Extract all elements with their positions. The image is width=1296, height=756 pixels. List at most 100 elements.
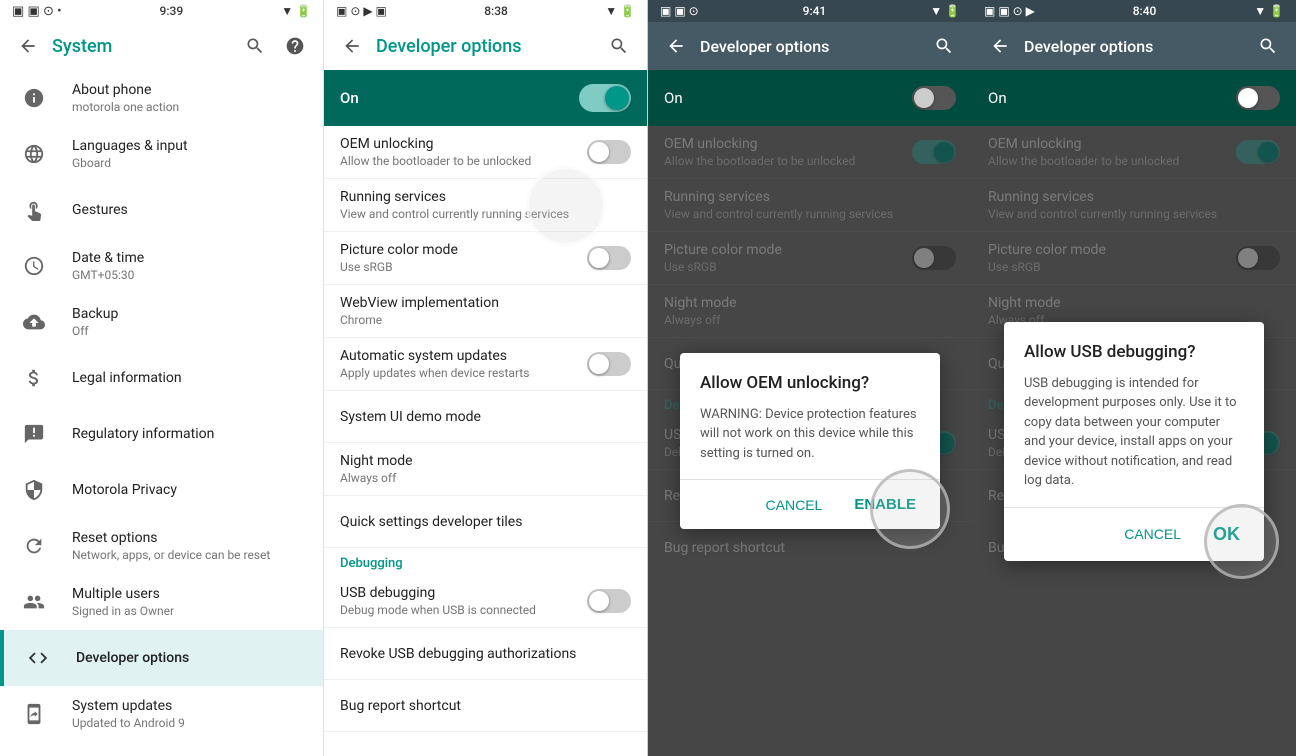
usb-dialog-title: Allow USB debugging? (1004, 342, 1264, 374)
status-icons-right-4: ▼ 🔋 (1254, 4, 1284, 18)
dev-item-title: Revoke USB debugging authorizations (340, 646, 623, 662)
dev-item-auto-updates[interactable]: Automatic system updates Apply updates w… (324, 338, 647, 391)
privacy-icon (16, 472, 52, 508)
settings-item-about[interactable]: About phone motorola one action (0, 70, 323, 126)
search-icon-3[interactable] (928, 30, 960, 62)
status-time-1: 9:39 (160, 4, 184, 18)
dev-item-running[interactable]: Running services View and control curren… (324, 179, 647, 232)
search-icon-2[interactable] (603, 30, 635, 62)
reset-icon (16, 528, 52, 564)
settings-item-subtitle: Updated to Android 9 (72, 716, 307, 730)
gestures-icon (16, 192, 52, 228)
developer-toggle-3[interactable] (912, 86, 956, 110)
auto-updates-toggle[interactable] (587, 352, 631, 376)
usb-dialog-body: USB debugging is intended for developmen… (1004, 374, 1264, 507)
dev-item-title: System UI demo mode (340, 409, 623, 425)
dev-item-revoke-usb[interactable]: Revoke USB debugging authorizations (324, 628, 647, 680)
dev-item-night[interactable]: Night mode Always off (324, 443, 647, 496)
back-icon-3[interactable] (660, 30, 692, 62)
back-icon-1[interactable] (12, 30, 44, 62)
settings-item-users[interactable]: Multiple users Signed in as Owner (0, 574, 323, 630)
language-icon (16, 136, 52, 172)
dev-item-picture[interactable]: Picture color mode Use sRGB (324, 232, 647, 285)
settings-item-title: Languages & input (72, 138, 307, 154)
panel-system-settings: ▣ ▣ ⊙ • 9:39 ▼ 🔋 System About phone moto (0, 0, 324, 756)
dev-item-usb-debug[interactable]: USB debugging Debug mode when USB is con… (324, 575, 647, 628)
picture-toggle[interactable] (587, 246, 631, 270)
dev-item-title: Automatic system updates (340, 348, 579, 364)
panel4-content: OEM unlocking Allow the bootloader to be… (972, 126, 1296, 756)
back-icon-2[interactable] (336, 30, 368, 62)
dev-header-4: On (972, 70, 1296, 126)
settings-item-title: Motorola Privacy (72, 482, 307, 498)
status-bar-2: ▣ ⊙ ▶ ▣ 8:38 ▼ 🔋 (324, 0, 647, 22)
search-icon-4[interactable] (1252, 30, 1284, 62)
help-icon-1[interactable] (279, 30, 311, 62)
settings-item-subtitle: motorola one action (72, 100, 307, 114)
dev-item-title: Picture color mode (340, 242, 579, 258)
oem-toggle[interactable] (587, 140, 631, 164)
status-time-3: 9:41 (803, 4, 827, 18)
dev-item-title: Bug report shortcut (340, 698, 623, 714)
page-title-3: Developer options (700, 37, 928, 56)
settings-item-subtitle: Off (72, 324, 307, 338)
back-icon-4[interactable] (984, 30, 1016, 62)
usb-cancel-button[interactable]: Cancel (1112, 516, 1193, 553)
settings-item-privacy[interactable]: Motorola Privacy (0, 462, 323, 518)
dev-item-bug-report[interactable]: Bug report shortcut (324, 680, 647, 732)
dev-item-subtitle: Allow the bootloader to be unlocked (340, 154, 579, 168)
dev-item-subtitle: Use sRGB (340, 260, 579, 274)
panel-developer-usb-dialog: ▣ ▣ ⊙ ▶ 8:40 ▼ 🔋 Developer options On OE… (972, 0, 1296, 756)
top-bar-1: System (0, 22, 323, 70)
settings-item-title: Gestures (72, 202, 307, 218)
settings-item-developer[interactable]: Developer options (0, 630, 323, 686)
developer-icon (20, 640, 56, 676)
system-updates-icon (16, 696, 52, 732)
settings-list: About phone motorola one action Language… (0, 70, 323, 756)
dev-item-oem[interactable]: OEM unlocking Allow the bootloader to be… (324, 126, 647, 179)
top-bar-4: Developer options (972, 22, 1296, 70)
dev-item-webview[interactable]: WebView implementation Chrome (324, 285, 647, 338)
dev-item-quick-settings[interactable]: Quick settings developer tiles (324, 496, 647, 548)
settings-item-subtitle: Gboard (72, 156, 307, 170)
debug-section-header: Debugging (324, 548, 647, 575)
oem-cancel-button[interactable]: Cancel (754, 488, 835, 521)
legal-icon (16, 360, 52, 396)
developer-toggle-4[interactable] (1236, 86, 1280, 110)
oem-dialog-title: Allow OEM unlocking? (680, 373, 940, 405)
settings-item-title: Reset options (72, 530, 307, 546)
settings-item-title: Regulatory information (72, 426, 307, 442)
dev-header-3: On (648, 70, 972, 126)
oem-dialog-body: WARNING: Device protection features will… (680, 405, 940, 480)
usb-debug-toggle[interactable] (587, 589, 631, 613)
dev-item-ui-demo[interactable]: System UI demo mode (324, 391, 647, 443)
datetime-icon (16, 248, 52, 284)
oem-dialog-overlay: Allow OEM unlocking? WARNING: Device pro… (648, 126, 972, 756)
settings-item-language[interactable]: Languages & input Gboard (0, 126, 323, 182)
dev-item-title: OEM unlocking (340, 136, 579, 152)
info-icon (16, 80, 52, 116)
page-title-4: Developer options (1024, 37, 1252, 56)
developer-toggle[interactable] (579, 84, 631, 112)
settings-item-gestures[interactable]: Gestures (0, 182, 323, 238)
enable-circle-highlight (870, 469, 950, 549)
settings-item-system-updates[interactable]: System updates Updated to Android 9 (0, 686, 323, 742)
dev-on-label-3: On (664, 89, 683, 107)
search-icon-1[interactable] (239, 30, 271, 62)
status-icons-left-3: ▣ ▣ ⊙ (660, 4, 699, 18)
usb-dialog: Allow USB debugging? USB debugging is in… (1004, 322, 1264, 561)
page-title-2: Developer options (376, 36, 603, 57)
dev-item-subtitle: View and control currently running servi… (340, 207, 623, 221)
settings-item-regulatory[interactable]: Regulatory information (0, 406, 323, 462)
panel-developer-oem-dialog: ▣ ▣ ⊙ 9:41 ▼ 🔋 Developer options On OEM … (648, 0, 972, 756)
settings-item-datetime[interactable]: Date & time GMT+05:30 (0, 238, 323, 294)
settings-item-legal[interactable]: Legal information (0, 350, 323, 406)
dev-item-subtitle: Apply updates when device restarts (340, 366, 579, 380)
status-bar-left-2: ▣ ⊙ ▶ ▣ (336, 4, 387, 18)
settings-item-backup[interactable]: Backup Off (0, 294, 323, 350)
oem-dialog: Allow OEM unlocking? WARNING: Device pro… (680, 353, 940, 530)
status-icons-right-3: ▼ 🔋 (930, 4, 960, 18)
settings-item-reset[interactable]: Reset options Network, apps, or device c… (0, 518, 323, 574)
settings-item-title: Date & time (72, 250, 307, 266)
status-bar-4: ▣ ▣ ⊙ ▶ 8:40 ▼ 🔋 (972, 0, 1296, 22)
